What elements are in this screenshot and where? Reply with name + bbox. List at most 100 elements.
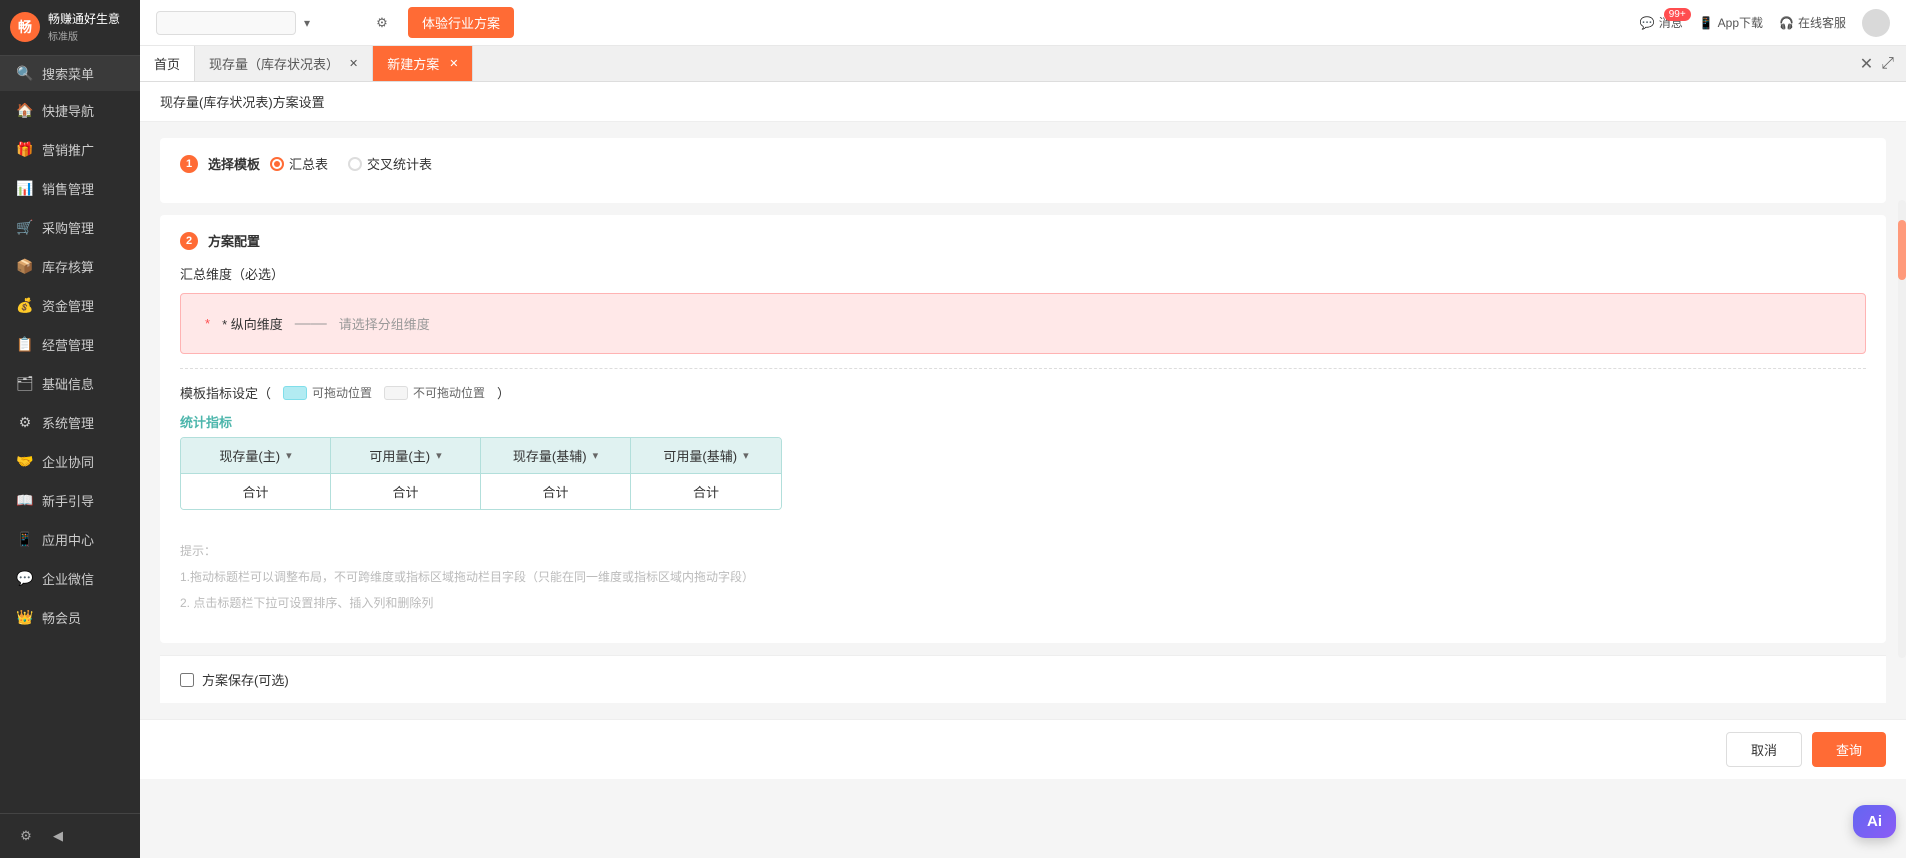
sidebar-item-label: 库存核算: [42, 257, 94, 276]
crown-icon: 👑: [16, 608, 34, 626]
tab-inventory-label: 现存量（库存状况表）: [209, 54, 339, 73]
stats-cell-1: 合计: [181, 474, 331, 509]
step2-badge: 2: [180, 232, 198, 250]
sidebar-item-label: 基础信息: [42, 374, 94, 393]
cancel-button[interactable]: 取消: [1726, 732, 1802, 767]
sidebar-item-appcenter[interactable]: 📱 应用中心: [0, 520, 140, 559]
gift-icon: 🎁: [16, 140, 34, 158]
main-content: ▾ ⚙ 体验行业方案 💬 消息 99+ 📱 App下载 🎧 在线客服: [140, 0, 1906, 858]
stats-col-4[interactable]: 可用量(基辅) ▾: [631, 438, 781, 473]
search-icon: 🔍: [16, 64, 34, 82]
brand-logo: 畅: [10, 12, 40, 42]
sidebar-item-label: 经营管理: [42, 335, 94, 354]
dim-placeholder: 请选择分组维度: [339, 314, 430, 333]
message-button[interactable]: 💬 消息 99+: [1640, 14, 1683, 31]
chart-icon: 📊: [16, 179, 34, 197]
required-star: *: [205, 316, 210, 331]
sidebar-item-marketing[interactable]: 🎁 营销推广: [0, 130, 140, 169]
col3-dropdown-icon[interactable]: ▾: [593, 449, 599, 462]
page-header: 现存量(库存状况表)方案设置: [140, 82, 1906, 122]
tab-inventory-status[interactable]: 现存量（库存状况表） ✕: [195, 46, 373, 81]
stats-label: 统计指标: [180, 412, 1866, 431]
sidebar-item-operations[interactable]: 📋 经营管理: [0, 325, 140, 364]
radio-summary[interactable]: 汇总表: [270, 154, 328, 173]
tab-new-plan-close-icon[interactable]: ✕: [449, 57, 458, 70]
step1-title: 选择模板: [208, 154, 260, 173]
search-input[interactable]: [156, 11, 296, 35]
radio-cross[interactable]: 交叉统计表: [348, 154, 432, 173]
footer-bar: 取消 查询: [140, 719, 1906, 779]
stats-col-2-label: 可用量(主): [369, 446, 430, 465]
stats-col-4-label: 可用量(基辅): [663, 446, 737, 465]
dim-row-label: * 纵向维度: [222, 314, 283, 333]
col4-dropdown-icon[interactable]: ▾: [743, 449, 749, 462]
sidebar-item-inventory[interactable]: 📦 库存核算: [0, 247, 140, 286]
tab-inventory-close-icon[interactable]: ✕: [349, 57, 358, 70]
ai-float-button[interactable]: Ai: [1853, 805, 1896, 838]
sidebar-item-sales[interactable]: 📊 销售管理: [0, 169, 140, 208]
stats-col-2[interactable]: 可用量(主) ▾: [331, 438, 481, 473]
user-profile-button[interactable]: [1862, 9, 1890, 37]
non-draggable-box: [384, 386, 408, 400]
stats-col-3-label: 现存量(基辅): [513, 446, 587, 465]
stats-cell-4: 合计: [631, 474, 781, 509]
tab-new-plan[interactable]: 新建方案 ✕: [373, 46, 473, 81]
sidebar-item-search[interactable]: 🔍 搜索菜单: [0, 56, 140, 91]
indicators-label: 模板指标设定（: [180, 383, 271, 402]
sidebar-item-newbie[interactable]: 📖 新手引导: [0, 481, 140, 520]
tabbar: 首页 现存量（库存状况表） ✕ 新建方案 ✕ ✕ ⤢: [140, 46, 1906, 82]
dimension-box[interactable]: * * 纵向维度 —— 请选择分组维度: [180, 293, 1866, 354]
dimension-section-label: 汇总维度（必选）: [180, 264, 1866, 283]
tip-title: 提示：: [180, 539, 1866, 563]
industry-btn[interactable]: 体验行业方案: [408, 7, 514, 38]
tip-1: 1.拖动标题栏可以调整布局，不可跨维度或指标区域拖动栏目字段（只能在同一维度或指…: [180, 565, 1866, 589]
stats-table-row: 合计 合计 合计 合计: [181, 473, 781, 509]
save-row: 方案保存(可选): [160, 655, 1886, 703]
stats-cell-2: 合计: [331, 474, 481, 509]
collapse-button[interactable]: ◀: [44, 822, 72, 850]
stats-col-3[interactable]: 现存量(基辅) ▾: [481, 438, 631, 473]
close-icon[interactable]: ✕: [1860, 54, 1873, 74]
message-icon: 💬: [1640, 16, 1655, 30]
non-draggable-indicator: 不可拖动位置: [384, 384, 485, 401]
sidebar-item-system[interactable]: ⚙ 系统管理: [0, 403, 140, 442]
tab-new-plan-label: 新建方案: [387, 54, 439, 73]
sidebar-item-quicknav[interactable]: 🏠 快捷导航: [0, 91, 140, 130]
col1-dropdown-icon[interactable]: ▾: [286, 449, 292, 462]
sidebar-item-label: 企业协同: [42, 452, 94, 471]
sidebar-item-label: 搜索菜单: [42, 64, 94, 83]
folder-icon: 🗂: [16, 374, 34, 392]
settings-icon[interactable]: ⚙: [368, 9, 396, 37]
gear-icon: ⚙: [16, 413, 34, 431]
sidebar-item-label: 新手引导: [42, 491, 94, 510]
sidebar-bottom: ⚙ ◀: [0, 813, 140, 858]
money-icon: 💰: [16, 296, 34, 314]
topbar-search-area: ▾: [156, 11, 356, 35]
step2-header: 2 方案配置: [180, 231, 1866, 250]
stats-col-1[interactable]: 现存量(主) ▾: [181, 438, 331, 473]
save-label: 方案保存(可选): [202, 670, 289, 689]
sidebar-item-basic[interactable]: 🗂 基础信息: [0, 364, 140, 403]
dropdown-arrow[interactable]: ▾: [304, 16, 310, 30]
query-button[interactable]: 查询: [1812, 732, 1886, 767]
sidebar-item-member[interactable]: 👑 畅会员: [0, 598, 140, 637]
tab-home[interactable]: 首页: [140, 46, 195, 81]
sidebar-item-label: 应用中心: [42, 530, 94, 549]
sidebar-item-coop[interactable]: 🤝 企业协同: [0, 442, 140, 481]
step2-section: 2 方案配置 汇总维度（必选） * * 纵向维度 —— 请选择分组维度 模板指标…: [160, 215, 1886, 643]
sidebar-item-wechat[interactable]: 💬 企业微信: [0, 559, 140, 598]
customer-service-button[interactable]: 🎧 在线客服: [1779, 14, 1846, 31]
stats-cell-3: 合计: [481, 474, 631, 509]
draggable-box: [283, 386, 307, 400]
tab-home-label: 首页: [154, 54, 180, 73]
save-checkbox[interactable]: [180, 673, 194, 687]
box-icon: 📦: [16, 257, 34, 275]
sidebar-item-finance[interactable]: 💰 资金管理: [0, 286, 140, 325]
settings-button[interactable]: ⚙: [12, 822, 40, 850]
col2-dropdown-icon[interactable]: ▾: [436, 449, 442, 462]
expand-icon[interactable]: ⤢: [1881, 55, 1894, 73]
app-download-button[interactable]: 📱 App下载: [1699, 14, 1763, 31]
sidebar-item-purchase[interactable]: 🛒 采购管理: [0, 208, 140, 247]
sidebar: 畅 畅赚通好生意 标准版 🔍 搜索菜单 🏠 快捷导航 🎁 营销推广 📊 销售管理…: [0, 0, 140, 858]
scrollbar[interactable]: [1898, 200, 1906, 658]
